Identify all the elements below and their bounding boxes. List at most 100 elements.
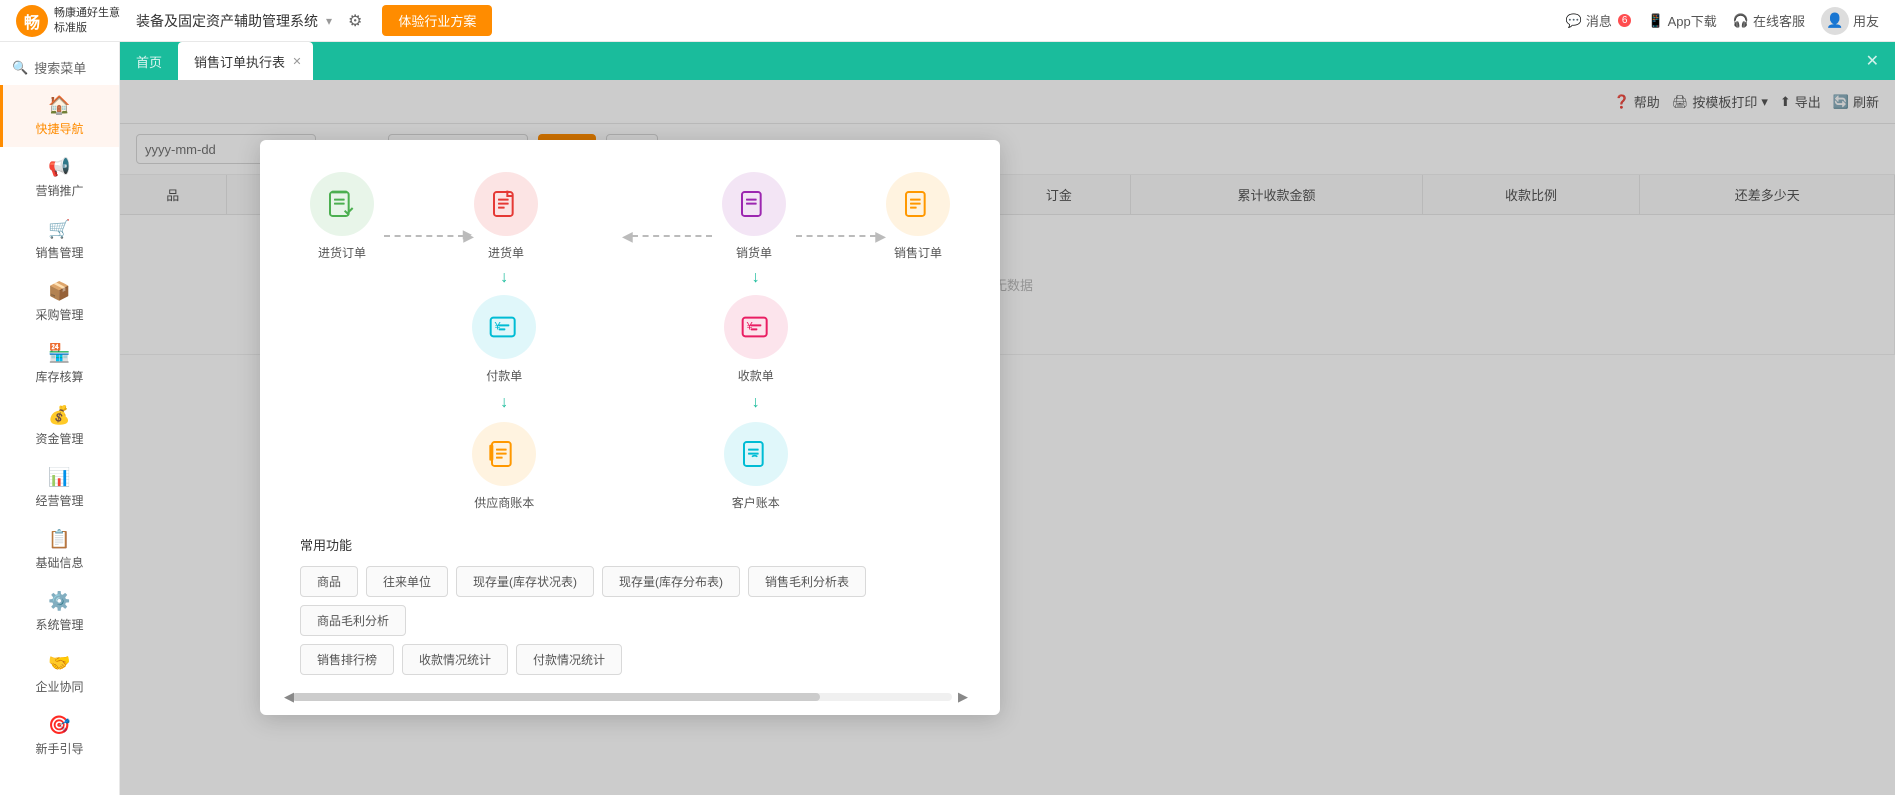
scroll-right-icon[interactable]: ▶ <box>958 689 968 705</box>
purchase-bill-label: 进货单 <box>488 244 524 261</box>
main-layout: 🔍 搜索菜单 🏠 快捷导航 📢 营销推广 🛒 销售管理 📦 采购管理 🏪 库存核… <box>0 42 1895 795</box>
arrow-purchase-order-to-bill: ▶ <box>384 235 464 261</box>
func-btn-sales-analysis[interactable]: 销售毛利分析表 <box>748 566 866 597</box>
main-content: ❓ 帮助 🖨 按模板打印 ▾ ⬆ 导出 🔄 刷新 <box>120 80 1895 795</box>
sidebar-item-basic-info[interactable]: 📋 基础信息 <box>0 519 119 581</box>
flow-node-sales-order[interactable]: 销售订单 <box>876 172 960 261</box>
modal-scrollbar-thumb <box>292 693 820 701</box>
tab-bar: 首页 销售订单执行表 ✕ ✕ <box>120 42 1895 80</box>
sidebar-item-sales[interactable]: 🛒 销售管理 <box>0 209 119 271</box>
flow-node-payment-slip[interactable]: ¥ 付款单 <box>457 295 551 384</box>
arrow-down-sales-bill: ↓ <box>709 269 803 287</box>
logo-icon: 畅 <box>16 5 48 37</box>
scroll-left-icon[interactable]: ◀ <box>284 689 294 705</box>
purchase-order-circle <box>310 172 374 236</box>
customer-ledger-circle <box>724 422 788 486</box>
supplier-ledger-label: 供应商账本 <box>474 494 534 511</box>
home-icon: 🏠 <box>48 95 70 116</box>
func-btn-product-analysis[interactable]: 商品毛利分析 <box>300 605 406 636</box>
sales-order-label: 销售订单 <box>894 244 942 261</box>
top-header: 畅 畅康通好生意 标准版 装备及固定资产辅助管理系统 ▾ ⚙ 体验行业方案 💬 … <box>0 0 1895 42</box>
common-functions-title: 常用功能 <box>300 535 960 554</box>
customer-ledger-label: 客户账本 <box>732 494 780 511</box>
receipt-slip-label: 收款单 <box>738 367 774 384</box>
sidebar-item-finance[interactable]: 💰 资金管理 <box>0 395 119 457</box>
function-buttons-row1: 商品 往来单位 现存量(库存状况表) 现存量(库存分布表) 销售毛利分析表 商品… <box>300 566 960 636</box>
flow-node-supplier-ledger[interactable]: 供应商账本 <box>457 422 551 511</box>
func-btn-receipt-stats[interactable]: 收款情况统计 <box>402 644 508 675</box>
sales-icon: 🛒 <box>48 219 70 240</box>
avatar: 👤 <box>1821 7 1849 35</box>
sidebar-item-purchase[interactable]: 📦 采购管理 <box>0 271 119 333</box>
message-item[interactable]: 💬 消息 6 <box>1566 11 1632 30</box>
flow-node-customer-ledger[interactable]: 客户账本 <box>709 422 803 511</box>
sidebar-item-enterprise[interactable]: 🤝 企业协同 <box>0 643 119 705</box>
supplier-ledger-circle <box>472 422 536 486</box>
flow-node-purchase-bill[interactable]: 进货单 <box>464 172 548 261</box>
common-functions: 常用功能 商品 往来单位 现存量(库存状况表) 现存量(库存分布表) 销售毛利分… <box>300 535 960 675</box>
sidebar-item-marketing[interactable]: 📢 营销推广 <box>0 147 119 209</box>
func-btn-product[interactable]: 商品 <box>300 566 358 597</box>
payment-slip-label: 付款单 <box>486 367 522 384</box>
sidebar: 🔍 搜索菜单 🏠 快捷导航 📢 营销推广 🛒 销售管理 📦 采购管理 🏪 库存核… <box>0 42 120 795</box>
purchase-order-label: 进货订单 <box>318 244 366 261</box>
flow-node-receipt-slip[interactable]: ¥ 收款单 <box>709 295 803 384</box>
sales-bill-label: 销货单 <box>736 244 772 261</box>
header-right: 💬 消息 6 📱 App下载 🎧 在线客服 👤 用友 <box>1566 7 1879 35</box>
tab-bar-close-btn[interactable]: ✕ <box>1850 51 1895 71</box>
modal-scrollbar[interactable] <box>292 693 952 701</box>
dropdown-arrow-icon[interactable]: ▾ <box>326 14 332 28</box>
flow-node-purchase-order[interactable]: 进货订单 <box>300 172 384 261</box>
arrow-sales-bill-to-order: ▶ <box>796 235 876 261</box>
purchase-icon: 📦 <box>48 281 70 302</box>
operations-icon: 📊 <box>48 467 70 488</box>
func-btn-sales-rank[interactable]: 销售排行榜 <box>300 644 394 675</box>
online-service-item[interactable]: 🎧 在线客服 <box>1733 11 1805 30</box>
settings-icon[interactable]: ⚙ <box>348 11 362 31</box>
payment-slip-circle: ¥ <box>472 295 536 359</box>
content-area: 首页 销售订单执行表 ✕ ✕ ❓ 帮助 🖨 按模板打印 ▾ <box>120 42 1895 795</box>
headset-icon: 🎧 <box>1733 13 1749 29</box>
sidebar-item-quick-nav[interactable]: 🏠 快捷导航 <box>0 85 119 147</box>
marketing-icon: 📢 <box>48 157 70 178</box>
modal-overlay[interactable]: 进货订单 ▶ <box>120 80 1895 795</box>
tab-close-btn[interactable]: ✕ <box>289 53 305 69</box>
arrow-down-payment: ↓ <box>457 394 551 412</box>
func-btn-stock-dist[interactable]: 现存量(库存分布表) <box>602 566 740 597</box>
arrow-down-purchase-bill: ↓ <box>457 269 551 287</box>
system-icon: ⚙️ <box>48 591 70 612</box>
experience-btn[interactable]: 体验行业方案 <box>382 5 492 36</box>
tab-sales-order[interactable]: 销售订单执行表 ✕ <box>178 42 313 80</box>
func-btn-payment-stats[interactable]: 付款情况统计 <box>516 644 622 675</box>
function-buttons-row2: 销售排行榜 收款情况统计 付款情况统计 <box>300 644 960 675</box>
newbie-icon: 🎯 <box>48 715 70 736</box>
modal: 进货订单 ▶ <box>260 140 1000 715</box>
sidebar-item-newbie[interactable]: 🎯 新手引导 <box>0 705 119 767</box>
message-icon: 💬 <box>1566 13 1582 29</box>
sidebar-item-operations[interactable]: 📊 经营管理 <box>0 457 119 519</box>
app-download-item[interactable]: 📱 App下载 <box>1647 11 1716 30</box>
tab-home[interactable]: 首页 <box>120 42 178 80</box>
user-item[interactable]: 👤 用友 <box>1821 7 1879 35</box>
enterprise-icon: 🤝 <box>48 653 70 674</box>
search-menu[interactable]: 🔍 搜索菜单 <box>0 50 119 85</box>
search-icon: 🔍 <box>12 60 28 76</box>
sidebar-item-system[interactable]: ⚙️ 系统管理 <box>0 581 119 643</box>
flow-node-sales-bill[interactable]: 销货单 <box>712 172 796 261</box>
system-title: 装备及固定资产辅助管理系统 ▾ ⚙ 体验行业方案 <box>136 5 1566 36</box>
logo-area: 畅 畅康通好生意 标准版 <box>16 5 136 37</box>
func-btn-stock-status[interactable]: 现存量(库存状况表) <box>456 566 594 597</box>
arrow-down-receipt: ↓ <box>709 394 803 412</box>
receipt-slip-circle: ¥ <box>724 295 788 359</box>
finance-icon: 💰 <box>48 405 70 426</box>
purchase-bill-circle <box>474 172 538 236</box>
flow-diagram: 进货订单 ▶ <box>300 172 960 511</box>
sidebar-item-inventory[interactable]: 🏪 库存核算 <box>0 333 119 395</box>
sales-order-circle <box>886 172 950 236</box>
basic-info-icon: 📋 <box>48 529 70 550</box>
sales-bill-circle <box>722 172 786 236</box>
svg-text:¥: ¥ <box>494 321 501 333</box>
func-btn-partners[interactable]: 往来单位 <box>366 566 448 597</box>
arrow-sales-order-to-bill: ◀ <box>632 235 712 261</box>
inventory-icon: 🏪 <box>48 343 70 364</box>
